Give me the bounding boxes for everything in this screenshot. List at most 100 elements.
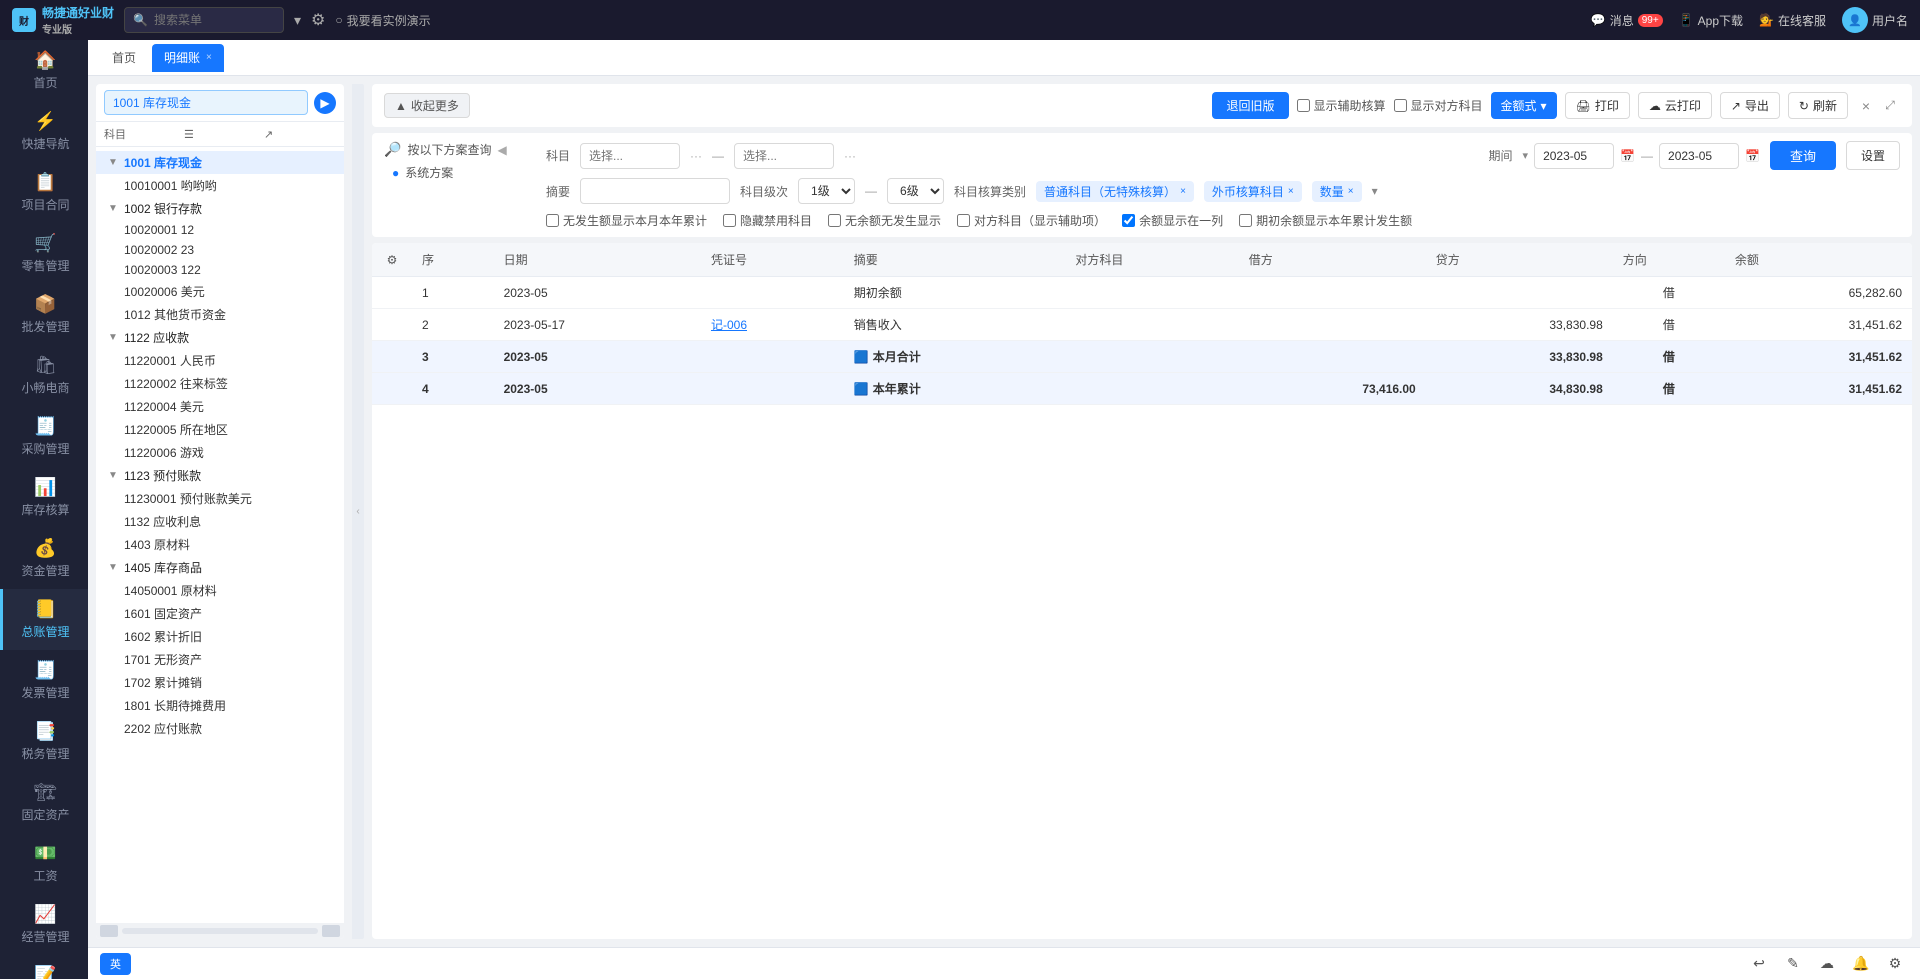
checkbox-no-balance-input[interactable] bbox=[546, 214, 559, 227]
amount-format-button[interactable]: 金额式 ▾ bbox=[1491, 92, 1557, 119]
sidebar-item-salary[interactable]: 💵 工资 bbox=[0, 833, 88, 894]
search-input[interactable] bbox=[154, 13, 274, 27]
tree-node-10020001[interactable]: 10020001 12 bbox=[96, 220, 344, 240]
tree-node-10020006[interactable]: 10020006 美元 bbox=[96, 280, 344, 303]
sidebar-item-purchase[interactable]: 🧾 采购管理 bbox=[0, 406, 88, 467]
tree-node-11220002[interactable]: 11220002 往来标签 bbox=[96, 372, 344, 395]
tree-node-1701[interactable]: 1701 无形资产 bbox=[96, 648, 344, 671]
period-start-input[interactable] bbox=[1534, 143, 1614, 169]
expand-filter-button[interactable]: ▲ 收起更多 bbox=[384, 93, 470, 118]
tree-node-1702[interactable]: 1702 累计摊销 bbox=[96, 671, 344, 694]
app-download-button[interactable]: 📱 App下载 bbox=[1679, 12, 1743, 29]
sidebar-item-tax[interactable]: 📑 税务管理 bbox=[0, 711, 88, 772]
user-profile[interactable]: 👤 用户名 bbox=[1842, 7, 1908, 33]
voucher-link[interactable]: 记-006 bbox=[711, 318, 747, 332]
sidebar-item-capital[interactable]: 💰 资金管理 bbox=[0, 528, 88, 589]
show-aux-checkbox[interactable]: 显示辅助核算 bbox=[1297, 97, 1386, 114]
tag-quantity-close[interactable]: × bbox=[1348, 186, 1354, 197]
export-button[interactable]: ↗ 导出 bbox=[1720, 92, 1780, 119]
notification-button[interactable]: 🔔 bbox=[1848, 951, 1874, 977]
sidebar-item-wholesale[interactable]: 📦 批发管理 bbox=[0, 284, 88, 345]
gear-icon[interactable]: ⚙ bbox=[311, 10, 325, 30]
level-end-select[interactable]: 6级 5级 4级 bbox=[887, 178, 944, 204]
tree-list-icon[interactable]: ☰ bbox=[184, 128, 256, 141]
checkbox-contra[interactable]: 对方科目（显示辅助项） bbox=[957, 212, 1106, 229]
sidebar-item-quick-nav[interactable]: ⚡ 快捷导航 bbox=[0, 101, 88, 162]
period-end-input[interactable] bbox=[1659, 143, 1739, 169]
sidebar-item-fixed-assets[interactable]: 🏗 固定资产 bbox=[0, 772, 88, 833]
level-start-select[interactable]: 1级 2级 3级 bbox=[798, 178, 855, 204]
tab-detail[interactable]: 明细账 × bbox=[152, 44, 224, 72]
tree-node-11220004[interactable]: 11220004 美元 bbox=[96, 395, 344, 418]
maximize-button[interactable]: ⤢ bbox=[1880, 96, 1900, 116]
tree-node-1002[interactable]: ▼ 1002 银行存款 bbox=[96, 197, 344, 220]
calendar-icon1[interactable]: 📅 bbox=[1620, 149, 1635, 163]
subject-type-dropdown-icon[interactable]: ▾ bbox=[1372, 184, 1378, 198]
tree-node-1601[interactable]: 1601 固定资产 bbox=[96, 602, 344, 625]
checkbox-no-balance2-input[interactable] bbox=[828, 214, 841, 227]
row-gear[interactable] bbox=[372, 277, 412, 309]
checkbox-balance-col[interactable]: 余额显示在一列 bbox=[1122, 212, 1223, 229]
scheme-collapse-icon[interactable]: ◀ bbox=[497, 143, 506, 157]
tree-node-1405[interactable]: ▼ 1405 库存商品 bbox=[96, 556, 344, 579]
tree-scroll-left[interactable] bbox=[100, 925, 118, 937]
edit-button[interactable]: ✎ bbox=[1780, 951, 1806, 977]
search-box[interactable]: 🔍 bbox=[124, 7, 284, 33]
checkbox-hide-disabled-input[interactable] bbox=[723, 214, 736, 227]
tree-node-1123[interactable]: ▼ 1123 预付账款 bbox=[96, 464, 344, 487]
tree-node-1122[interactable]: ▼ 1122 应收款 bbox=[96, 326, 344, 349]
sidebar-item-project[interactable]: 📋 项目合同 bbox=[0, 162, 88, 223]
checkbox-initial-balance-input[interactable] bbox=[1239, 214, 1252, 227]
tree-node-11230001[interactable]: 11230001 预付账款美元 bbox=[96, 487, 344, 510]
tree-node-2202[interactable]: 2202 应付账款 bbox=[96, 717, 344, 740]
tree-node-11220001[interactable]: 11220001 人民币 bbox=[96, 349, 344, 372]
tree-node-1602[interactable]: 1602 累计折旧 bbox=[96, 625, 344, 648]
subject-input[interactable] bbox=[580, 143, 680, 169]
search-dropdown-icon[interactable]: ▾ bbox=[294, 12, 301, 29]
row-gear[interactable] bbox=[372, 373, 412, 405]
row-gear[interactable] bbox=[372, 309, 412, 341]
show-contra-checkbox[interactable]: 显示对方科目 bbox=[1394, 97, 1483, 114]
tree-node-10020002[interactable]: 10020002 23 bbox=[96, 240, 344, 260]
return-old-version-button[interactable]: 退回旧版 bbox=[1212, 92, 1288, 119]
tree-node-1403[interactable]: 1403 原材料 bbox=[96, 533, 344, 556]
checkbox-balance-col-input[interactable] bbox=[1122, 214, 1135, 227]
tag-normal-close[interactable]: × bbox=[1180, 186, 1186, 197]
close-button[interactable]: × bbox=[1856, 96, 1876, 116]
scheme-system-label[interactable]: 系统方案 bbox=[405, 164, 453, 181]
show-aux-input[interactable] bbox=[1297, 99, 1310, 112]
tree-node-1801[interactable]: 1801 长期待摊费用 bbox=[96, 694, 344, 717]
summary-input[interactable] bbox=[580, 178, 730, 204]
sidebar-item-home[interactable]: 🏠 首页 bbox=[0, 40, 88, 101]
col-gear[interactable]: ⚙ bbox=[372, 243, 412, 277]
checkbox-no-balance2[interactable]: 无余额无发生显示 bbox=[828, 212, 941, 229]
language-button[interactable]: 英 bbox=[100, 953, 131, 975]
print-button[interactable]: 🖨 打印 bbox=[1565, 92, 1630, 119]
tree-node-10020003[interactable]: 10020003 122 bbox=[96, 260, 344, 280]
cloud-button[interactable]: ☁ bbox=[1814, 951, 1840, 977]
tree-node-11220006[interactable]: 11220006 游戏 bbox=[96, 441, 344, 464]
nav-right-arrow[interactable]: ▶ bbox=[314, 92, 336, 114]
demo-link[interactable]: ○ 我要看实例演示 bbox=[335, 12, 430, 29]
sidebar-item-operations[interactable]: 📈 经营管理 bbox=[0, 894, 88, 955]
tag-foreign-close[interactable]: × bbox=[1288, 186, 1294, 197]
tree-expand-icon[interactable]: ↗ bbox=[264, 128, 336, 141]
calendar-icon2[interactable]: 📅 bbox=[1745, 149, 1760, 163]
side-collapse-button[interactable]: ‹ bbox=[352, 84, 364, 939]
online-service-button[interactable]: 💁 在线客服 bbox=[1759, 12, 1826, 29]
sidebar-item-inventory[interactable]: 📊 库存核算 bbox=[0, 467, 88, 528]
sidebar-item-ledger[interactable]: 📒 总账管理 bbox=[0, 589, 88, 650]
undo-button[interactable]: ↩ bbox=[1746, 951, 1772, 977]
tree-scroll-right[interactable] bbox=[322, 925, 340, 937]
checkbox-hide-disabled[interactable]: 隐藏禁用科目 bbox=[723, 212, 812, 229]
tree-node-1001[interactable]: ▼ 1001 库存现金 bbox=[96, 151, 344, 174]
settings-bar-button[interactable]: ⚙ bbox=[1882, 951, 1908, 977]
messages-button[interactable]: 💬 消息 99+ bbox=[1591, 12, 1663, 29]
subject-input2[interactable] bbox=[734, 143, 834, 169]
tree-node-1132[interactable]: 1132 应收利息 bbox=[96, 510, 344, 533]
sidebar-item-retail[interactable]: 🛒 零售管理 bbox=[0, 223, 88, 284]
sidebar-item-sales-expense[interactable]: 📝 小畅报销 bbox=[0, 955, 88, 979]
checkbox-contra-input[interactable] bbox=[957, 214, 970, 227]
tree-node-1012[interactable]: 1012 其他货币资金 bbox=[96, 303, 344, 326]
tab-detail-close[interactable]: × bbox=[206, 52, 212, 63]
